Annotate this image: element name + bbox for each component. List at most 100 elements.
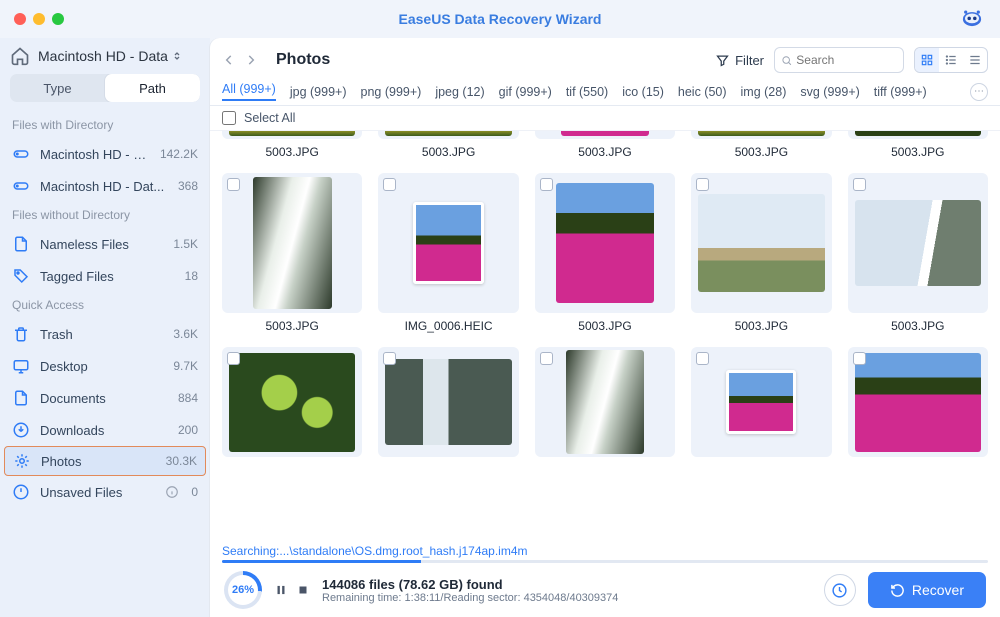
sidebar: Macintosh HD - Data Type Path Files with…	[0, 38, 210, 617]
page-title: Photos	[276, 51, 330, 69]
view-switcher	[914, 47, 988, 73]
scan-summary: 144086 files (78.62 GB) found Remaining …	[322, 577, 618, 604]
content-pane: Photos Filter All (999+) jpg (999+) png …	[210, 38, 1000, 617]
file-card[interactable]	[535, 347, 675, 457]
desktop-icon	[12, 357, 30, 375]
item-checkbox[interactable]	[383, 352, 396, 365]
nav-forward-button[interactable]	[244, 53, 258, 67]
select-all-label: Select All	[244, 111, 295, 125]
disk-icon	[12, 145, 30, 163]
stop-button[interactable]	[296, 583, 310, 597]
file-icon	[12, 235, 30, 253]
drive-selector[interactable]: Macintosh HD - Data	[38, 48, 182, 64]
item-checkbox[interactable]	[383, 178, 396, 191]
item-checkbox[interactable]	[853, 352, 866, 365]
pause-button[interactable]	[274, 583, 288, 597]
filter-tiff[interactable]: tiff (999+)	[874, 85, 927, 99]
view-list-button[interactable]	[939, 48, 963, 72]
filter-more-button[interactable]: ⋯	[970, 83, 988, 101]
document-icon	[12, 389, 30, 407]
select-all-checkbox[interactable]	[222, 111, 236, 125]
sidebar-photos[interactable]: Photos 30.3K	[4, 446, 206, 476]
file-card[interactable]: IMG_0006.HEIC	[378, 173, 518, 333]
mascot-icon	[958, 6, 986, 28]
file-card[interactable]: 5003.JPG	[535, 173, 675, 333]
sidebar-tagged[interactable]: Tagged Files 18	[0, 260, 210, 292]
file-card[interactable]	[378, 347, 518, 457]
item-checkbox[interactable]	[696, 352, 709, 365]
info-icon[interactable]	[163, 483, 181, 501]
file-type-filter-bar: All (999+) jpg (999+) png (999+) jpeg (1…	[210, 82, 1000, 106]
file-card[interactable]	[691, 347, 831, 457]
sidebar-documents[interactable]: Documents 884	[0, 382, 210, 414]
sidebar-drive-1[interactable]: Macintosh HD - Dat... 368	[0, 170, 210, 202]
filter-img[interactable]: img (28)	[741, 85, 787, 99]
item-checkbox[interactable]	[696, 178, 709, 191]
file-card[interactable]: 5003.JPG	[848, 173, 988, 333]
type-path-segment[interactable]: Type Path	[10, 74, 200, 102]
filter-button[interactable]: Filter	[715, 53, 764, 68]
recover-icon	[890, 583, 905, 598]
file-card[interactable]: 5003.JPG	[378, 131, 518, 159]
view-detail-button[interactable]	[963, 48, 987, 72]
history-button[interactable]	[824, 574, 856, 606]
item-checkbox[interactable]	[540, 352, 553, 365]
item-checkbox[interactable]	[227, 352, 240, 365]
select-all-row: Select All	[210, 106, 1000, 131]
sidebar-desktop[interactable]: Desktop 9.7K	[0, 350, 210, 382]
alert-icon	[12, 483, 30, 501]
search-icon	[781, 54, 792, 67]
scan-path-status: Searching:...\standalone\OS.dmg.root_has…	[210, 540, 1000, 560]
recover-button[interactable]: Recover	[868, 572, 986, 608]
sidebar-unsaved[interactable]: Unsaved Files 0	[0, 476, 210, 508]
drive-selector-label: Macintosh HD - Data	[38, 48, 168, 64]
segment-type[interactable]: Type	[10, 74, 105, 102]
footer: 26% 144086 files (78.62 GB) found Remain…	[210, 563, 1000, 617]
segment-path[interactable]: Path	[105, 74, 200, 102]
file-card[interactable]: 5003.JPG	[222, 131, 362, 159]
section-label-with-dir: Files with Directory	[0, 112, 210, 138]
item-checkbox[interactable]	[227, 178, 240, 191]
app-title: EaseUS Data Recovery Wizard	[0, 11, 1000, 27]
filter-tif[interactable]: tif (550)	[566, 85, 608, 99]
sidebar-drive-0[interactable]: Macintosh HD - D... 142.2K	[0, 138, 210, 170]
trash-icon	[12, 325, 30, 343]
home-icon[interactable]	[10, 46, 30, 66]
filter-heic[interactable]: heic (50)	[678, 85, 727, 99]
filter-png[interactable]: png (999+)	[361, 85, 422, 99]
file-card[interactable]: 5003.JPG	[222, 173, 362, 333]
disk-icon	[12, 177, 30, 195]
filter-gif[interactable]: gif (999+)	[499, 85, 552, 99]
filter-jpeg[interactable]: jpeg (12)	[435, 85, 484, 99]
sidebar-nameless[interactable]: Nameless Files 1.5K	[0, 228, 210, 260]
toolbar: Photos Filter	[210, 38, 1000, 82]
file-card[interactable]	[848, 347, 988, 457]
section-label-without-dir: Files without Directory	[0, 202, 210, 228]
filter-jpg[interactable]: jpg (999+)	[290, 85, 347, 99]
file-card[interactable]	[222, 347, 362, 457]
file-card[interactable]: 5003.JPG	[691, 131, 831, 159]
file-card[interactable]: 5003.JPG	[848, 131, 988, 159]
sidebar-trash[interactable]: Trash 3.6K	[0, 318, 210, 350]
filter-ico[interactable]: ico (15)	[622, 85, 664, 99]
chevron-updown-icon	[172, 51, 182, 61]
photos-icon	[13, 452, 31, 470]
nav-back-button[interactable]	[222, 53, 236, 67]
download-icon	[12, 421, 30, 439]
tag-icon	[12, 267, 30, 285]
filter-all[interactable]: All (999+)	[222, 82, 276, 101]
item-checkbox[interactable]	[853, 178, 866, 191]
title-bar: EaseUS Data Recovery Wizard	[0, 0, 1000, 38]
section-label-quick: Quick Access	[0, 292, 210, 318]
file-card[interactable]: 5003.JPG	[691, 173, 831, 333]
search-input[interactable]	[796, 53, 897, 67]
file-card[interactable]: 5003.JPG	[535, 131, 675, 159]
progress-ring: 26%	[224, 571, 262, 609]
search-field[interactable]	[774, 47, 904, 73]
item-checkbox[interactable]	[540, 178, 553, 191]
sidebar-downloads[interactable]: Downloads 200	[0, 414, 210, 446]
filter-icon	[715, 53, 730, 68]
view-grid-button[interactable]	[915, 48, 939, 72]
thumbnail-grid-scroll[interactable]: 5003.JPG 5003.JPG 5003.JPG 5003.JPG 5003…	[210, 131, 1000, 540]
filter-svg[interactable]: svg (999+)	[800, 85, 859, 99]
